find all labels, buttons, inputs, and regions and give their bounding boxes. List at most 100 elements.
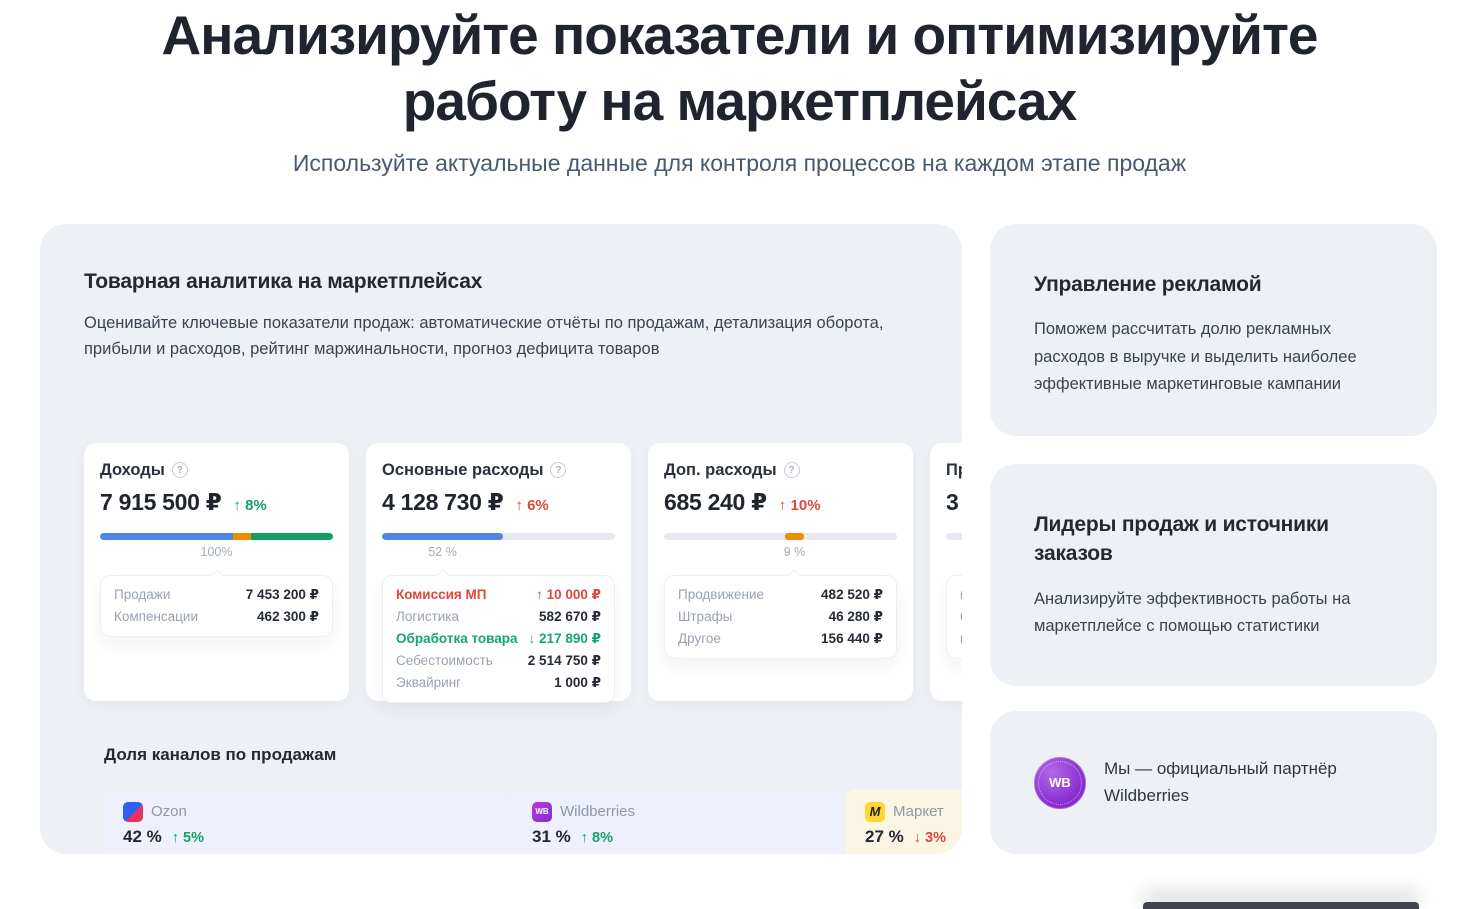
partner-text: Мы — официальный партнёр Wildberries [1104, 759, 1337, 805]
bar-area: 100% [100, 532, 333, 573]
tooltip-row: Логистика 582 670 ₽ [396, 606, 601, 628]
channels-title: Доля каналов по продажам [104, 744, 337, 764]
bar-segment [100, 532, 233, 540]
help-icon[interactable]: ? [171, 462, 188, 479]
tooltip-row: п [960, 628, 962, 650]
tooltip-row-label: п [960, 628, 962, 650]
breakdown-tooltip: Продвижение 482 520 ₽ Штрафы 46 280 ₽ Другое… [664, 568, 897, 659]
tooltip-row-value: 1 000 ₽ [554, 674, 601, 690]
tooltip-rows: вбп [960, 584, 962, 650]
bar-segment [785, 532, 804, 540]
metric-card-delta: ↑ 8% [233, 496, 267, 514]
channel-cell: M Маркет 27 % ↓ 3% [846, 788, 962, 854]
bar-segment [382, 532, 504, 540]
breakdown-tooltip: Продажи 7 453 200 ₽ Компенсации 462 300 ₽ [100, 568, 333, 637]
metric-card-value-row: 4 128 730 ₽ ↑ 6% [382, 489, 615, 516]
tooltip-rows: Продвижение 482 520 ₽ Штрафы 46 280 ₽ Другое… [678, 584, 883, 650]
channel-cell: WB Wildberries 31 % ↑ 8% [513, 788, 843, 854]
bar-area: 9 % [664, 532, 897, 573]
metric-card: Основные расходы ? 4 128 730 ₽ ↑ 6% 52 %… [366, 442, 631, 703]
tooltip-row: Продажи 7 453 200 ₽ [114, 584, 319, 606]
channel-top: Ozon [123, 801, 491, 822]
breakdown-tooltip: вбп [946, 574, 962, 659]
channel-top: WB Wildberries [532, 801, 824, 822]
metric-card-value: 685 240 ₽ [664, 488, 767, 515]
help-icon[interactable]: ? [550, 462, 567, 479]
channel-name: Wildberries [560, 803, 636, 821]
metric-card-value-row: 7 915 500 ₽ ↑ 8% [100, 489, 333, 516]
channel-delta: ↑ 8% [580, 829, 613, 846]
metric-card-title: Прибыль [946, 460, 962, 479]
side-card-text: Анализируйте эффективность работы на мар… [1034, 589, 1351, 635]
progress-bar [664, 532, 897, 540]
bar-label: 100% [200, 544, 233, 559]
metric-card-delta: ↑ 10% [778, 496, 821, 514]
channel-share: 42 % [123, 826, 162, 846]
tooltip-row: Комиссия МП ↑ 10 000 ₽ [396, 584, 601, 606]
tooltip-rows: Продажи 7 453 200 ₽ Компенсации 462 300 ₽ [114, 584, 319, 628]
ozon-icon [123, 801, 143, 822]
tooltip-row-label: Штрафы [678, 608, 733, 624]
content-columns: Товарная аналитика на маркетплейсах Оцен… [0, 224, 1479, 854]
channel-top: M Маркет [865, 801, 962, 822]
metric-cards-row: Доходы ? 7 915 500 ₽ ↑ 8% 100% Продажи 7 … [84, 442, 962, 703]
channel-stats: 31 % ↑ 8% [532, 827, 824, 847]
tooltip-row-value: ↓ 217 890 ₽ [528, 630, 601, 646]
channels-strip: Ozon 42 % ↑ 5% WB Wildberries 31 % ↑ 8% … [104, 788, 962, 854]
tooltip-row: Продвижение 482 520 ₽ [678, 584, 883, 606]
metric-card-header: Доп. расходы ? [664, 461, 897, 480]
metric-card: Доходы ? 7 915 500 ₽ ↑ 8% 100% Продажи 7 … [84, 442, 349, 701]
partner-card: WB Мы — официальный партнёр Wildberries [990, 711, 1437, 854]
bar-segment [232, 532, 252, 540]
bottom-dark-section-edge [1143, 902, 1419, 909]
bar-segment [251, 532, 333, 540]
metric-card-title: Доп. расходы [664, 460, 777, 479]
side-card-advertising: Управление рекламой Поможем рассчитать д… [990, 224, 1437, 436]
progress-bar [382, 532, 615, 540]
wb-icon: WB [532, 801, 552, 822]
tooltip-row-value: 7 453 200 ₽ [245, 586, 319, 602]
page-title-line1: Анализируйте показатели и оптимизируйте [161, 4, 1319, 66]
page-subtitle: Используйте актуальные данные для контро… [292, 150, 1187, 176]
channel-cell: Ozon 42 % ↑ 5% [104, 788, 510, 854]
tooltip-row-label: Эквайринг [396, 674, 462, 690]
tooltip-row-label: Логистика [396, 608, 460, 624]
metric-card-header: Прибыль ? [946, 461, 962, 480]
wildberries-badge-icon: WB [1034, 756, 1086, 809]
tooltip-row-value: 582 670 ₽ [539, 608, 601, 624]
tooltip-row-value: 462 300 ₽ [257, 608, 319, 624]
market-icon: M [865, 801, 885, 822]
bar-area [946, 532, 962, 573]
channel-name: Ozon [151, 803, 187, 821]
side-card-title: Лидеры продаж и источники заказов [1034, 513, 1329, 566]
tooltip-row-label: Компенсации [114, 608, 198, 624]
side-card-title: Управление рекламой [1034, 273, 1262, 296]
bar-area: 52 % [382, 532, 615, 573]
bar-label: 9 % [783, 544, 806, 559]
analytics-panel: Товарная аналитика на маркетплейсах Оцен… [40, 224, 962, 854]
side-card-sales-leaders: Лидеры продаж и источники заказов Анализ… [990, 464, 1437, 686]
analytics-panel-title: Товарная аналитика на маркетплейсах [84, 270, 483, 293]
tooltip-row-label: Комиссия МП [396, 586, 487, 602]
tooltip-row-value: 46 280 ₽ [828, 608, 883, 624]
tooltip-row-value: 482 520 ₽ [821, 586, 883, 602]
tooltip-row-value: 2 514 750 ₽ [527, 652, 601, 668]
progress-bar [946, 532, 962, 540]
page-title-line2: работу на маркетплейсах [402, 70, 1077, 132]
page-title: Анализируйте показатели и оптимизируйте … [0, 2, 1479, 134]
help-icon[interactable]: ? [783, 462, 800, 479]
metric-card-delta: ↑ 6% [515, 496, 549, 514]
tooltip-row-label: Продажи [114, 586, 171, 602]
tooltip-row-label: Себестоимость [396, 652, 493, 668]
tooltip-row: Другое 156 440 ₽ [678, 628, 883, 650]
tooltip-row-value: 156 440 ₽ [821, 630, 883, 646]
tooltip-row: в [960, 584, 962, 606]
side-card-text: Поможем рассчитать долю рекламных расход… [1034, 320, 1357, 393]
analytics-panel-description: Оценивайте ключевые показатели продаж: а… [84, 314, 884, 359]
tooltip-row: Обработка товара ↓ 217 890 ₽ [396, 628, 601, 650]
metric-card-title: Доходы [100, 460, 165, 479]
progress-bar [100, 532, 333, 540]
breakdown-tooltip: Комиссия МП ↑ 10 000 ₽ Логистика 582 670 ₽ О… [382, 568, 615, 703]
metric-card-value: 3 [946, 488, 959, 515]
metric-card: Доп. расходы ? 685 240 ₽ ↑ 10% 9 % Продв… [648, 442, 913, 701]
